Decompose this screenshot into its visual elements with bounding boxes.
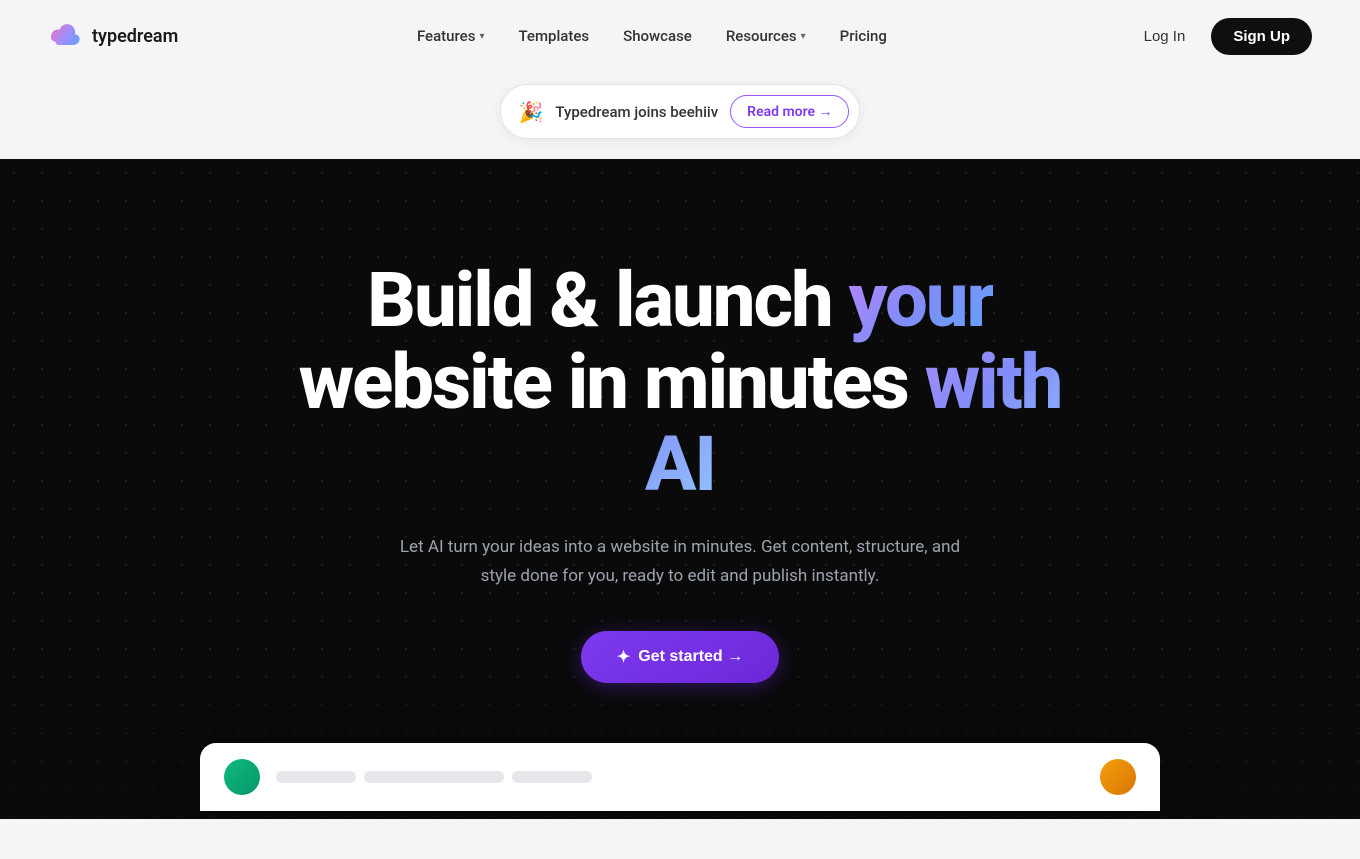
nav-features-label: Features: [417, 27, 475, 45]
announcement-text: Typedream joins beehiiv: [555, 103, 718, 121]
nav-item-pricing[interactable]: Pricing: [826, 19, 901, 53]
hero-headline-line1-white: Build & launch: [367, 255, 849, 345]
hero-headline-gradient-your: your: [849, 255, 993, 345]
nav-item-showcase[interactable]: Showcase: [609, 19, 706, 53]
announcement-pill: 🎉 Typedream joins beehiiv Read more →: [500, 84, 861, 139]
signup-button[interactable]: Sign Up: [1211, 18, 1312, 55]
announcement-emoji: 🎉: [519, 100, 544, 124]
navbar: typedream Features ▾ Templates Showcase …: [0, 0, 1360, 72]
announcement-read-more-link[interactable]: Read more →: [730, 95, 849, 128]
preview-bar-3: [512, 771, 592, 783]
logo-icon: [48, 18, 84, 54]
hero-content: Build & launch your website in minutes w…: [230, 259, 1130, 683]
announcement-bar: 🎉 Typedream joins beehiiv Read more →: [0, 72, 1360, 159]
logo[interactable]: typedream: [48, 18, 178, 54]
nav-item-features[interactable]: Features ▾: [403, 19, 499, 53]
hero-preview-window: [200, 743, 1160, 811]
get-started-label: Get started →: [638, 648, 743, 666]
sparkle-icon: ✦: [617, 647, 630, 667]
chevron-down-icon-resources: ▾: [801, 31, 806, 42]
login-button[interactable]: Log In: [1126, 20, 1204, 53]
preview-bar-2: [364, 771, 504, 783]
chevron-down-icon: ▾: [479, 31, 484, 42]
nav-showcase-label: Showcase: [623, 27, 692, 45]
nav-links: Features ▾ Templates Showcase Resources …: [403, 19, 901, 53]
logo-text: typedream: [92, 26, 178, 47]
preview-avatar-left: [224, 759, 260, 795]
nav-pricing-label: Pricing: [840, 27, 887, 45]
nav-actions: Log In Sign Up: [1126, 18, 1312, 55]
preview-bar-1: [276, 771, 356, 783]
preview-content: [276, 771, 1084, 783]
hero-headline-line2-white: website in minutes: [299, 337, 925, 427]
preview-avatar-right: [1100, 759, 1136, 795]
hero-headline: Build & launch your website in minutes w…: [270, 259, 1090, 505]
hero-subtext: Let AI turn your ideas into a website in…: [390, 533, 970, 591]
nav-item-templates[interactable]: Templates: [504, 19, 603, 53]
nav-item-resources[interactable]: Resources ▾: [712, 19, 820, 53]
nav-templates-label: Templates: [518, 27, 589, 45]
hero-section: Build & launch your website in minutes w…: [0, 159, 1360, 819]
nav-resources-label: Resources: [726, 27, 797, 45]
get-started-button[interactable]: ✦ Get started →: [581, 631, 779, 683]
